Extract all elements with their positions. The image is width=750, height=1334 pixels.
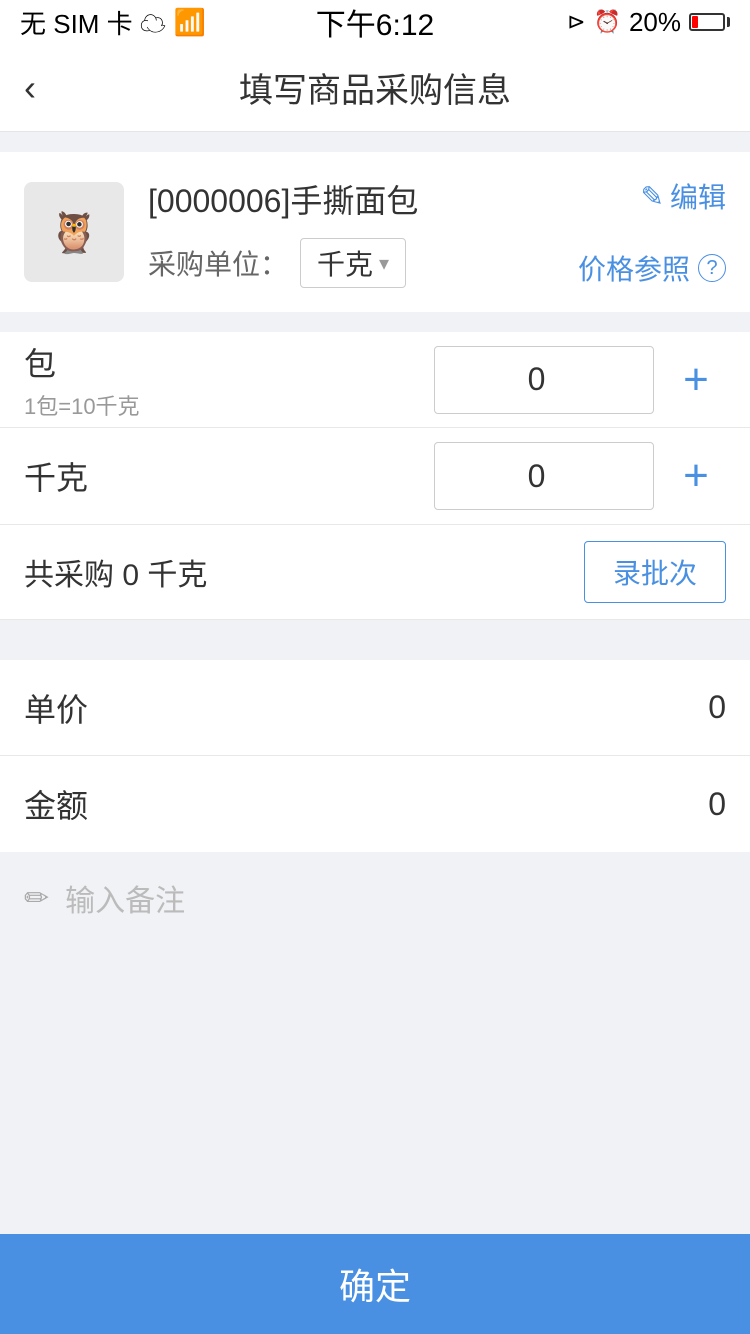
price-ref-button[interactable]: 价格参照 ? bbox=[578, 248, 726, 288]
price-ref-label: 价格参照 bbox=[578, 248, 690, 288]
bao-quantity-input[interactable] bbox=[434, 346, 654, 414]
amount-row: 金额 0 bbox=[0, 756, 750, 852]
product-logo: 🦉 bbox=[49, 209, 99, 256]
wifi-icon: 📶 bbox=[174, 7, 206, 38]
pencil-icon: ✏ bbox=[24, 881, 49, 916]
kg-quantity-input[interactable] bbox=[434, 442, 654, 510]
amount-label: 金额 bbox=[24, 781, 88, 827]
input-section: 包 1包=10千克 + 千克 + bbox=[0, 332, 750, 524]
battery-icon bbox=[689, 13, 730, 31]
status-bar: 无 SIM 卡 ☁ 📶 下午6:12 ⊳ ⏰ 20% bbox=[0, 0, 750, 44]
total-label: 共采购 0 千克 bbox=[24, 550, 207, 594]
unit-price-value: 0 bbox=[708, 689, 726, 726]
bao-sub-label: 1包=10千克 bbox=[24, 389, 140, 421]
batch-button[interactable]: 录批次 bbox=[584, 541, 726, 603]
kg-label: 千克 bbox=[24, 453, 88, 499]
page-title: 填写商品采购信息 bbox=[239, 63, 511, 112]
amount-value: 0 bbox=[708, 786, 726, 823]
back-button[interactable]: ‹ bbox=[24, 67, 36, 109]
product-name: [0000006]手撕面包 bbox=[148, 176, 726, 222]
unit-price-row: 单价 0 bbox=[0, 660, 750, 756]
kg-input-right: + bbox=[434, 442, 726, 510]
edit-icon: ✎ bbox=[641, 180, 664, 213]
notes-section[interactable]: ✏ 输入备注 bbox=[0, 852, 750, 944]
battery-percent: 20% bbox=[629, 7, 681, 38]
status-left: 无 SIM 卡 ☁ 📶 bbox=[20, 4, 206, 41]
product-card: 🦉 [0000006]手撕面包 采购单位： 千克 ▾ ✎ 编辑 价格参照 ? bbox=[0, 152, 750, 312]
content-filler bbox=[0, 944, 750, 1284]
sim-label: 无 SIM 卡 ☁ bbox=[20, 4, 166, 41]
unit-price-label: 单价 bbox=[24, 685, 88, 731]
product-image: 🦉 bbox=[24, 182, 124, 282]
unit-select[interactable]: 千克 ▾ bbox=[300, 238, 406, 288]
status-right: ⊳ ⏰ 20% bbox=[567, 7, 730, 38]
alarm-icon: ⏰ bbox=[594, 9, 621, 35]
section-divider-1 bbox=[0, 312, 750, 332]
kg-label-group: 千克 bbox=[24, 453, 88, 499]
bao-input-right: + bbox=[434, 346, 726, 414]
status-time: 下午6:12 bbox=[316, 0, 434, 44]
unit-label: 采购单位： bbox=[148, 243, 288, 283]
bao-label-group: 包 1包=10千克 bbox=[24, 339, 140, 421]
help-icon: ? bbox=[698, 254, 726, 282]
kg-input-row: 千克 + bbox=[0, 428, 750, 524]
edit-label: 编辑 bbox=[670, 176, 726, 216]
notes-input[interactable]: 输入备注 bbox=[65, 876, 185, 920]
edit-button[interactable]: ✎ 编辑 bbox=[641, 176, 726, 216]
section-divider-2 bbox=[0, 620, 750, 640]
nav-bar: ‹ 填写商品采购信息 bbox=[0, 44, 750, 132]
unit-value: 千克 bbox=[317, 243, 373, 283]
bao-input-row: 包 1包=10千克 + bbox=[0, 332, 750, 428]
location-icon: ⊳ bbox=[567, 9, 585, 35]
bao-label: 包 bbox=[24, 339, 140, 385]
bao-plus-button[interactable]: + bbox=[666, 346, 726, 414]
total-row: 共采购 0 千克 录批次 bbox=[0, 524, 750, 620]
confirm-button[interactable]: 确定 bbox=[0, 1234, 750, 1334]
chevron-down-icon: ▾ bbox=[379, 251, 389, 276]
kg-plus-button[interactable]: + bbox=[666, 442, 726, 510]
info-section: 单价 0 金额 0 bbox=[0, 660, 750, 852]
